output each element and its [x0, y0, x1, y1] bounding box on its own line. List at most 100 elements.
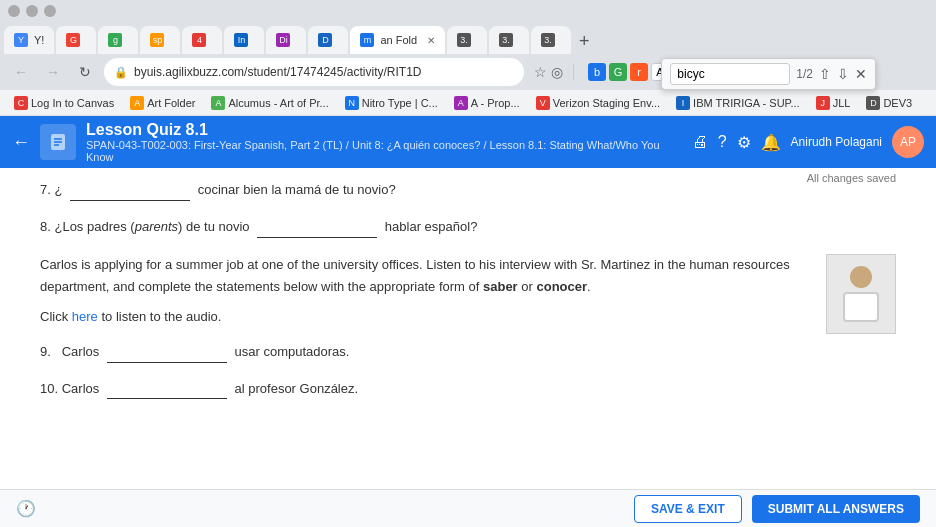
- browser-tab[interactable]: 3.: [489, 26, 529, 54]
- question-8: 8. ¿Los padres (parents) de tu novio hab…: [40, 217, 896, 238]
- help-icon[interactable]: ?: [718, 133, 727, 151]
- find-input[interactable]: [670, 63, 790, 85]
- footer: 🕐 SAVE & EXIT SUBMIT ALL ANSWERS: [0, 489, 936, 527]
- new-tab-button[interactable]: +: [573, 31, 596, 52]
- forward-button[interactable]: →: [40, 59, 66, 85]
- q7-blank[interactable]: [70, 183, 190, 201]
- tab-favicon: 4: [192, 33, 206, 47]
- browser-tab[interactable]: g: [98, 26, 138, 54]
- bookmark-label: Nitro Type | C...: [362, 97, 438, 109]
- header-title-area: Lesson Quiz 8.1 SPAN-043-T002-003: First…: [86, 121, 682, 163]
- header-title: Lesson Quiz 8.1: [86, 121, 682, 139]
- audio-link[interactable]: here: [72, 309, 98, 324]
- question-9-text: 9. Carlos usar computadoras.: [40, 344, 349, 359]
- print-icon[interactable]: 🖨: [692, 133, 708, 151]
- ext-icon[interactable]: G: [609, 63, 627, 81]
- or-word: or: [521, 279, 533, 294]
- bookmark-favicon: A: [130, 96, 144, 110]
- bookmark-verizon[interactable]: V Verizon Staging Env...: [530, 94, 666, 112]
- browser-tab[interactable]: D: [308, 26, 348, 54]
- q9-blank[interactable]: [107, 345, 227, 363]
- browser-tab-active[interactable]: m an Fold ✕: [350, 26, 445, 54]
- footer-right: SAVE & EXIT SUBMIT ALL ANSWERS: [634, 495, 920, 523]
- content-area: All changes saved 7. ¿ cocinar bien la m…: [0, 168, 936, 427]
- q10-blank[interactable]: [107, 381, 227, 399]
- bookmark-art-folder[interactable]: A Art Folder: [124, 94, 201, 112]
- question-7: 7. ¿ cocinar bien la mamá de tu novio?: [40, 180, 896, 201]
- bookmark-icon[interactable]: ☆: [534, 64, 547, 80]
- browser-tab[interactable]: G: [56, 26, 96, 54]
- window-control-dot[interactable]: [26, 5, 38, 17]
- browser-tab[interactable]: 4: [182, 26, 222, 54]
- browser-tab[interactable]: 3.: [531, 26, 571, 54]
- tab-favicon: 3.: [499, 33, 513, 47]
- tab-close-button[interactable]: ✕: [427, 35, 435, 46]
- address-bar[interactable]: 🔒 byuis.agilixbuzz.com/student/17474245/…: [104, 58, 524, 86]
- bookmark-alcumus[interactable]: A Alcumus - Art of Pr...: [205, 94, 334, 112]
- bookmark-ibm[interactable]: I IBM TRIRIGA - SUP...: [670, 94, 806, 112]
- bookmark-favicon: V: [536, 96, 550, 110]
- bookmark-favicon: N: [345, 96, 359, 110]
- ext-icon[interactable]: b: [588, 63, 606, 81]
- header-back-button[interactable]: ←: [12, 132, 30, 153]
- tab-favicon: Y: [14, 33, 28, 47]
- clock-icon[interactable]: 🕐: [16, 499, 36, 518]
- bookmark-nitro[interactable]: N Nitro Type | C...: [339, 94, 444, 112]
- find-prev-button[interactable]: ⇧: [819, 66, 831, 82]
- bookmark-label: Alcumus - Art of Pr...: [228, 97, 328, 109]
- settings-icon[interactable]: ⚙: [737, 133, 751, 152]
- tab-favicon: G: [66, 33, 80, 47]
- back-button[interactable]: ←: [8, 59, 34, 85]
- bookmark-favicon: A: [211, 96, 225, 110]
- main-content: All changes saved 7. ¿ cocinar bien la m…: [0, 168, 936, 489]
- audio-click-prompt: Click here to listen to the audio.: [40, 306, 896, 328]
- tab-label: an Fold: [380, 34, 417, 46]
- user-avatar[interactable]: AP: [892, 126, 924, 158]
- person-image: [826, 254, 896, 334]
- notification-icon[interactable]: 🔔: [761, 133, 781, 152]
- window-control-dot[interactable]: [8, 5, 20, 17]
- browser-tab[interactable]: 3.: [447, 26, 487, 54]
- bookmark-favicon: A: [454, 96, 468, 110]
- bookmark-dev3[interactable]: D DEV3: [860, 94, 918, 112]
- browser-chrome-top: [0, 0, 936, 22]
- address-text: byuis.agilixbuzz.com/student/17474245/ac…: [134, 65, 514, 79]
- person-body: [843, 292, 879, 322]
- person-head: [850, 266, 872, 288]
- find-close-button[interactable]: ✕: [855, 66, 867, 82]
- footer-left: 🕐: [16, 499, 36, 518]
- security-lock-icon: 🔒: [114, 66, 128, 79]
- find-next-button[interactable]: ⇩: [837, 66, 849, 82]
- reload-button[interactable]: ↻: [72, 59, 98, 85]
- share-icon[interactable]: ◎: [551, 64, 563, 80]
- window-control-dot[interactable]: [44, 5, 56, 17]
- q9-label: Carlos: [62, 344, 100, 359]
- q8-text-after: hablar español?: [385, 219, 478, 234]
- q9-text-after: usar computadoras.: [235, 344, 350, 359]
- tab-favicon: 3.: [541, 33, 555, 47]
- question-10: 10. Carlos al profesor González.: [40, 379, 896, 400]
- header-breadcrumb: SPAN-043-T002-003: First-Year Spanish, P…: [86, 139, 682, 163]
- audio-prompt: Click: [40, 309, 68, 324]
- bookmark-jll[interactable]: J JLL: [810, 94, 857, 112]
- tab-bar: Y Y! G g sp 4 In Di D m an Fold ✕ 3. 3. …: [0, 22, 936, 54]
- autosave-status: All changes saved: [807, 172, 896, 184]
- bookmark-favicon: D: [866, 96, 880, 110]
- ext-icon[interactable]: r: [630, 63, 648, 81]
- tab-favicon: In: [234, 33, 248, 47]
- submit-button[interactable]: SUBMIT ALL ANSWERS: [752, 495, 920, 523]
- browser-tab[interactable]: In: [224, 26, 264, 54]
- bookmark-canvas[interactable]: C Log In to Canvas: [8, 94, 120, 112]
- q8-blank[interactable]: [257, 220, 377, 238]
- document-icon: [48, 132, 68, 152]
- tab-favicon: m: [360, 33, 374, 47]
- browser-tab[interactable]: Di: [266, 26, 306, 54]
- header-actions: 🖨 ? ⚙ 🔔 Anirudh Polagani AP: [692, 126, 924, 158]
- browser-tab[interactable]: Y Y!: [4, 26, 54, 54]
- browser-tab[interactable]: sp: [140, 26, 180, 54]
- q9-text-before: [54, 344, 58, 359]
- saber-word: saber: [483, 279, 518, 294]
- question-8-text: 8. ¿Los padres (parents) de tu novio hab…: [40, 219, 477, 234]
- save-exit-button[interactable]: SAVE & EXIT: [634, 495, 742, 523]
- bookmark-prop[interactable]: A A - Prop...: [448, 94, 526, 112]
